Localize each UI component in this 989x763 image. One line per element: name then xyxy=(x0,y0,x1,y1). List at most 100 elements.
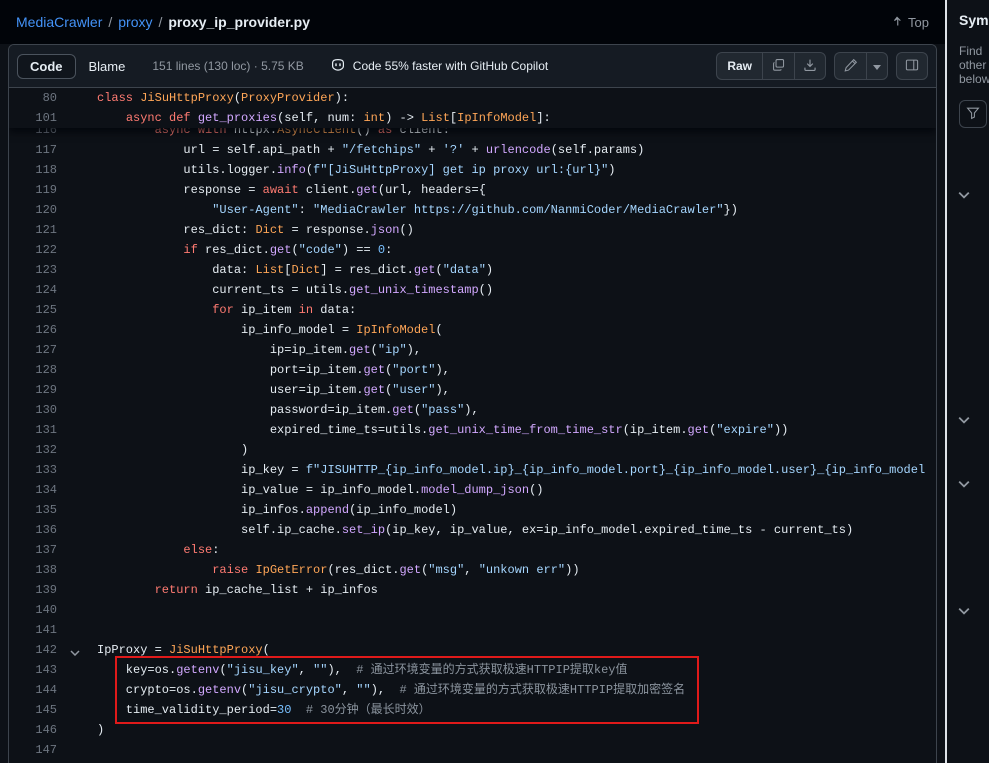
line-number[interactable]: 127 xyxy=(9,340,57,360)
download-icon xyxy=(803,58,817,75)
line-number[interactable]: 144 xyxy=(9,680,57,700)
line-number[interactable]: 145 xyxy=(9,700,57,720)
line-number[interactable]: 129 xyxy=(9,380,57,400)
fold-gutter xyxy=(57,340,97,360)
breadcrumb-folder-link[interactable]: proxy xyxy=(118,14,152,30)
line-number[interactable]: 142 xyxy=(9,640,57,660)
file-box: Code Blame 151 lines (130 loc) · 5.75 KB… xyxy=(8,44,937,763)
breadcrumb-repo-link[interactable]: MediaCrawler xyxy=(16,14,102,30)
line-number[interactable]: 140 xyxy=(9,600,57,620)
chevron-down-icon[interactable] xyxy=(958,602,970,620)
fold-gutter xyxy=(57,280,97,300)
code-text: for ip_item in data: xyxy=(97,300,356,320)
symbols-panel-title: Sym xyxy=(959,12,989,28)
chevron-down-icon[interactable] xyxy=(958,186,970,204)
back-to-top-button[interactable]: Top xyxy=(891,15,929,30)
line-number[interactable]: 138 xyxy=(9,560,57,580)
code-text: res_dict: Dict = response.json() xyxy=(97,220,414,240)
code-text: ip_value = ip_info_model.model_dump_json… xyxy=(97,480,544,500)
view-switcher: Code Blame xyxy=(17,54,138,79)
line-number[interactable]: 143 xyxy=(9,660,57,680)
fold-gutter xyxy=(57,580,97,600)
filter-button[interactable] xyxy=(959,100,987,128)
code-text: user=ip_item.get("user"), xyxy=(97,380,450,400)
code-line: 147 xyxy=(9,740,936,760)
line-number[interactable]: 80 xyxy=(9,88,57,108)
line-number[interactable]: 119 xyxy=(9,180,57,200)
code-line: 130 password=ip_item.get("pass"), xyxy=(9,400,936,420)
code-line: 122 if res_dict.get("code") == 0: xyxy=(9,240,936,260)
raw-actions-group: Raw xyxy=(716,52,826,80)
tab-code[interactable]: Code xyxy=(17,54,76,79)
fold-gutter xyxy=(57,140,97,160)
line-number[interactable]: 101 xyxy=(9,108,57,128)
code-line: 118 utils.logger.info(f"[JiSuHttpProxy] … xyxy=(9,160,936,180)
code-line: 135 ip_infos.append(ip_info_model) xyxy=(9,500,936,520)
symbols-panel-toggle-button[interactable] xyxy=(896,52,928,80)
line-number[interactable]: 135 xyxy=(9,500,57,520)
line-number[interactable]: 137 xyxy=(9,540,57,560)
fold-gutter xyxy=(57,200,97,220)
fold-gutter xyxy=(57,220,97,240)
code-line: 140 xyxy=(9,600,936,620)
code-line: 129 user=ip_item.get("user"), xyxy=(9,380,936,400)
fold-gutter xyxy=(57,560,97,580)
fold-gutter xyxy=(57,680,97,700)
line-number[interactable]: 132 xyxy=(9,440,57,460)
line-number[interactable]: 121 xyxy=(9,220,57,240)
line-number[interactable]: 139 xyxy=(9,580,57,600)
edit-dropdown-button[interactable] xyxy=(866,52,888,80)
chevron-down-icon[interactable] xyxy=(958,475,970,493)
code-text: expired_time_ts=utils.get_unix_time_from… xyxy=(97,420,788,440)
line-number[interactable]: 134 xyxy=(9,480,57,500)
fold-gutter xyxy=(57,260,97,280)
code-line: 123 data: List[Dict] = res_dict.get("dat… xyxy=(9,260,936,280)
line-number[interactable]: 117 xyxy=(9,140,57,160)
line-number[interactable]: 118 xyxy=(9,160,57,180)
line-number[interactable]: 147 xyxy=(9,740,57,760)
fold-gutter xyxy=(57,480,97,500)
fold-gutter xyxy=(57,88,97,108)
code-line: 133 ip_key = f"JISUHTTP_{ip_info_model.i… xyxy=(9,460,936,480)
line-number[interactable]: 122 xyxy=(9,240,57,260)
code-text: key=os.getenv("jisu_key", ""), # 通过环境变量的… xyxy=(97,660,628,680)
chevron-down-icon[interactable] xyxy=(958,411,970,429)
fold-gutter xyxy=(57,180,97,200)
line-number[interactable]: 146 xyxy=(9,720,57,740)
line-number[interactable]: 133 xyxy=(9,460,57,480)
download-button[interactable] xyxy=(794,52,826,80)
line-number[interactable]: 124 xyxy=(9,280,57,300)
code-text: current_ts = utils.get_unix_timestamp() xyxy=(97,280,493,300)
code-line: 127 ip=ip_item.get("ip"), xyxy=(9,340,936,360)
fold-gutter xyxy=(57,108,97,128)
copilot-banner[interactable]: Code 55% faster with GitHub Copilot xyxy=(330,57,548,76)
code-text: ) xyxy=(97,440,248,460)
code-text: crypto=os.getenv("jisu_crypto", ""), # 通… xyxy=(97,680,685,700)
copilot-banner-text: Code 55% faster with GitHub Copilot xyxy=(353,59,548,73)
line-number[interactable]: 141 xyxy=(9,620,57,640)
code-line: 144 crypto=os.getenv("jisu_crypto", ""),… xyxy=(9,680,936,700)
raw-button[interactable]: Raw xyxy=(716,52,762,80)
code-line: 138 raise IpGetError(res_dict.get("msg",… xyxy=(9,560,936,580)
line-number[interactable]: 125 xyxy=(9,300,57,320)
tab-blame[interactable]: Blame xyxy=(76,54,139,79)
line-number[interactable]: 136 xyxy=(9,520,57,540)
line-number[interactable]: 130 xyxy=(9,400,57,420)
filter-icon xyxy=(966,106,980,123)
line-number[interactable]: 123 xyxy=(9,260,57,280)
fold-gutter xyxy=(57,520,97,540)
code-text: raise IpGetError(res_dict.get("msg", "un… xyxy=(97,560,580,580)
line-number[interactable]: 126 xyxy=(9,320,57,340)
copy-button[interactable] xyxy=(762,52,794,80)
symbols-description-line: Find xyxy=(959,44,989,58)
line-number[interactable]: 131 xyxy=(9,420,57,440)
code-line: 139 return ip_cache_list + ip_infos xyxy=(9,580,936,600)
file-toolbar: Code Blame 151 lines (130 loc) · 5.75 KB… xyxy=(9,45,936,88)
code-line: 80class JiSuHttpProxy(ProxyProvider): xyxy=(9,88,936,108)
line-number[interactable]: 128 xyxy=(9,360,57,380)
edit-button[interactable] xyxy=(834,52,866,80)
arrow-up-icon xyxy=(891,15,903,30)
fold-gutter xyxy=(57,740,97,760)
code-line: 143 key=os.getenv("jisu_key", ""), # 通过环… xyxy=(9,660,936,680)
line-number[interactable]: 120 xyxy=(9,200,57,220)
